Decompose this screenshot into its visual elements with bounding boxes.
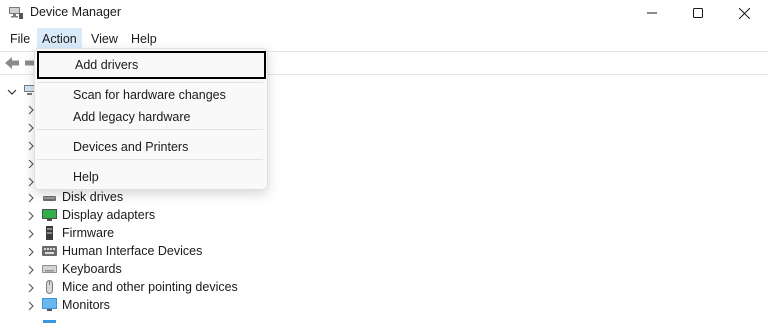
firmware-icon: [41, 225, 58, 241]
minimize-button[interactable]: [629, 0, 675, 26]
tree-item-label: Human Interface Devices: [62, 244, 203, 258]
menu-item-label: Add drivers: [75, 58, 139, 72]
maximize-icon: [693, 8, 703, 18]
window-title: Device Manager: [30, 5, 122, 19]
tree-item-label: Disk drives: [62, 190, 124, 204]
close-icon: [738, 7, 750, 19]
menu-file[interactable]: File: [5, 28, 35, 50]
menu-item-label: Help: [73, 170, 99, 184]
add-drivers-menu-item[interactable]: Add drivers: [37, 51, 266, 79]
menu-action[interactable]: Action: [37, 28, 82, 50]
tree-item-keyboards[interactable]: Keyboards: [0, 260, 768, 278]
devices-and-printers-menu-item[interactable]: Devices and Printers: [37, 134, 265, 160]
tree-item-human-interface-devices[interactable]: Human Interface Devices: [0, 242, 768, 260]
chevron-right-icon[interactable]: [26, 264, 36, 275]
chevron-right-icon[interactable]: [26, 228, 36, 239]
menu-help[interactable]: Help: [126, 28, 162, 50]
menu-separator: [37, 159, 263, 160]
tree-item-label: Display adapters: [62, 208, 156, 222]
chevron-down-icon[interactable]: [7, 86, 17, 96]
tree-item-mice[interactable]: Mice and other pointing devices: [0, 278, 768, 296]
mouse-icon: [41, 279, 58, 295]
minimize-icon: [647, 12, 657, 14]
disk-drive-icon: [41, 189, 58, 205]
back-arrow-icon[interactable]: [4, 56, 20, 73]
help-menu-item[interactable]: Help: [37, 164, 265, 190]
tree-item-firmware[interactable]: Firmware: [0, 224, 768, 242]
menu-item-label: Devices and Printers: [73, 140, 189, 154]
tree-item-label: Firmware: [62, 226, 115, 240]
menu-separator: [37, 129, 263, 130]
display-adapter-icon: [41, 207, 58, 223]
chevron-right-icon[interactable]: [26, 192, 36, 203]
action-menu: Add drivers Scan for hardware changes Ad…: [34, 48, 268, 190]
close-button[interactable]: [721, 0, 767, 26]
device-manager-icon: [8, 5, 24, 21]
monitor-icon: [41, 297, 58, 313]
menu-bar: File Action View Help: [0, 28, 768, 50]
chevron-right-icon[interactable]: [26, 282, 36, 293]
chevron-right-icon[interactable]: [26, 246, 36, 257]
tree-item-label: Monitors: [62, 298, 110, 312]
maximize-button[interactable]: [675, 0, 721, 26]
hid-icon: [41, 243, 58, 259]
tree-item-label: Mice and other pointing devices: [62, 280, 238, 294]
menu-view[interactable]: View: [86, 28, 123, 50]
chevron-right-icon[interactable]: [26, 210, 36, 221]
add-legacy-hardware-menu-item[interactable]: Add legacy hardware: [37, 104, 265, 130]
title-bar: Device Manager: [0, 0, 768, 26]
keyboard-icon: [41, 261, 58, 277]
network-adapter-icon: [41, 312, 58, 328]
tree-item-label: Keyboards: [62, 262, 122, 276]
tree-item-display-adapters[interactable]: Display adapters: [0, 206, 768, 224]
chevron-right-icon[interactable]: [26, 300, 36, 311]
menu-item-label: Add legacy hardware: [73, 110, 191, 124]
tree-item-disk-drives[interactable]: Disk drives: [0, 188, 768, 206]
